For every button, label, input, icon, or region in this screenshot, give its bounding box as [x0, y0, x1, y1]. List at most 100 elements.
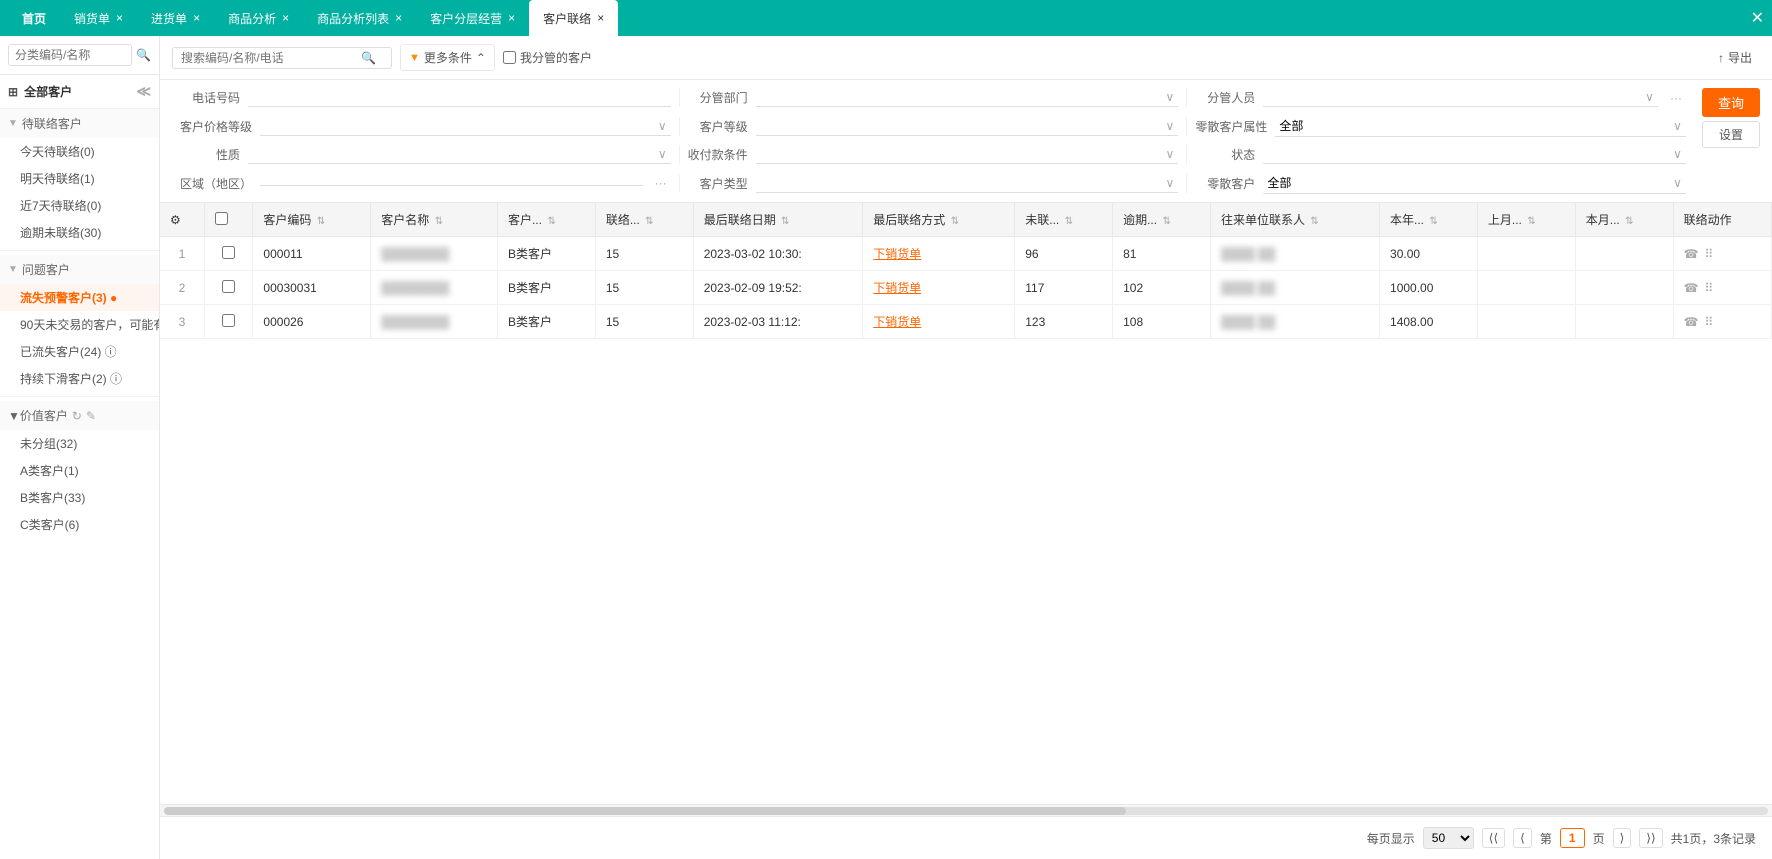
col-settings[interactable]: ⚙ [160, 203, 205, 237]
last-page-btn[interactable]: ⟩⟩ [1639, 828, 1662, 848]
row-actions-0: ☎ ⠿ [1673, 237, 1771, 271]
row-last-method-0[interactable]: 下销货单 [863, 237, 1015, 271]
page-unit-label: 页 [1593, 830, 1605, 847]
col-overdue[interactable]: 逾期... ⇅ [1113, 203, 1211, 237]
col-name[interactable]: 客户名称 ⇅ [371, 203, 498, 237]
sidebar-item-ungroup[interactable]: 未分组(32) [0, 430, 159, 457]
row-last-method-2[interactable]: 下销货单 [863, 305, 1015, 339]
row-uncontacted-2: 123 [1015, 305, 1113, 339]
tab-customer-contact[interactable]: 客户联络 × [529, 0, 618, 36]
tab-home[interactable]: 首页 [8, 0, 60, 36]
filter-btn[interactable]: ▼ 更多条件 ⌃ [400, 44, 495, 71]
tab-customer-contact-close[interactable]: × [597, 11, 604, 25]
filter-cell-retail: 零散客户 全部 ∨ [1187, 172, 1694, 194]
tab-purchase-close[interactable]: × [193, 11, 200, 25]
sidebar-item-churn-warning[interactable]: 流失预警客户(3) ● [0, 284, 159, 311]
select-all-checkbox[interactable] [215, 212, 228, 225]
col-contact-person[interactable]: 往来单位联系人 ⇅ [1210, 203, 1379, 237]
global-close-button[interactable]: ✕ [1751, 8, 1764, 28]
action-more-icon-2[interactable]: ⠿ [1705, 315, 1714, 329]
col-checkbox[interactable] [205, 203, 253, 237]
refresh-icon[interactable]: ↻ [72, 409, 82, 423]
sidebar-group-pending[interactable]: ▼ 待联络客户 [0, 109, 159, 138]
retail-attr-select[interactable]: 全部 ∨ [1275, 115, 1686, 137]
edit-icon[interactable]: ✎ [86, 409, 96, 423]
query-button[interactable]: 查询 [1702, 88, 1760, 117]
my-customers-checkbox-label[interactable]: 我分管的客户 [503, 49, 592, 66]
col-uncontacted[interactable]: 未联... ⇅ [1015, 203, 1113, 237]
action-more-icon-0[interactable]: ⠿ [1705, 247, 1714, 261]
sidebar-item-churned[interactable]: 已流失客户(24) ⓘ [0, 338, 159, 365]
row-actions-2: ☎ ⠿ [1673, 305, 1771, 339]
price-grade-select[interactable]: ∨ [260, 117, 671, 136]
sidebar-group-problem[interactable]: ▼ 问题客户 [0, 255, 159, 284]
row-code-2: 000026 [253, 305, 371, 339]
col-type[interactable]: 客户... ⇅ [497, 203, 595, 237]
col-last-month[interactable]: 上月... ⇅ [1477, 203, 1575, 237]
scrollbar-thumb[interactable] [164, 807, 1126, 815]
region-more[interactable]: ··· [651, 176, 671, 190]
search-icon[interactable]: 🔍 [361, 51, 376, 65]
region-select[interactable] [260, 181, 643, 186]
sidebar-search-icon[interactable]: 🔍 [136, 48, 151, 62]
tab-purchase[interactable]: 进货单 × [137, 0, 214, 36]
action-contact-icon-1[interactable]: ☎ [1684, 281, 1699, 295]
row-checkbox-2[interactable] [205, 305, 253, 339]
tab-analysis-close[interactable]: × [282, 11, 289, 25]
sidebar-item-c-class[interactable]: C类客户(6) [0, 511, 159, 538]
nature-arrow: ∨ [658, 147, 667, 161]
col-this-year[interactable]: 本年... ⇅ [1380, 203, 1478, 237]
settings-button[interactable]: 设置 [1702, 121, 1760, 148]
action-contact-icon-0[interactable]: ☎ [1684, 247, 1699, 261]
search-input[interactable] [181, 51, 361, 65]
my-customers-checkbox[interactable] [503, 51, 516, 64]
payment-select[interactable]: ∨ [756, 145, 1179, 164]
col-last-method[interactable]: 最后联络方式 ⇅ [863, 203, 1015, 237]
next-page-btn[interactable]: ⟩ [1613, 828, 1632, 848]
row-checkbox-1[interactable] [205, 271, 253, 305]
tab-customer-tier-close[interactable]: × [508, 11, 515, 25]
row-last-date-0: 2023-03-02 10:30: [693, 237, 863, 271]
sidebar-item-declining[interactable]: 持续下滑客户(2) ⓘ [0, 365, 159, 392]
row-checkbox-0[interactable] [205, 237, 253, 271]
col-code[interactable]: 客户编码 ⇅ [253, 203, 371, 237]
col-contact-days[interactable]: 联络... ⇅ [595, 203, 693, 237]
tab-sales[interactable]: 销货单 × [60, 0, 137, 36]
this-year-sort-icon: ⇅ [1429, 216, 1437, 227]
filter-cell-payment: 收付款条件 ∨ [680, 145, 1188, 164]
manager-select[interactable]: ∨ [1263, 88, 1658, 107]
col-last-date[interactable]: 最后联络日期 ⇅ [693, 203, 863, 237]
action-more-icon-1[interactable]: ⠿ [1705, 281, 1714, 295]
customer-type-select[interactable]: ∨ [756, 174, 1179, 193]
sidebar-item-week[interactable]: 近7天待联络(0) [0, 192, 159, 219]
status-select[interactable]: ∨ [1263, 145, 1686, 164]
sidebar-item-overdue[interactable]: 逾期未联络(30) [0, 219, 159, 246]
action-contact-icon-2[interactable]: ☎ [1684, 315, 1699, 329]
tab-analysis-list[interactable]: 商品分析列表 × [303, 0, 416, 36]
tab-analysis[interactable]: 商品分析 × [214, 0, 303, 36]
sidebar-all-customers[interactable]: ⊞ 全部客户 ≪ [0, 75, 159, 109]
sidebar-item-today[interactable]: 今天待联络(0) [0, 138, 159, 165]
sidebar-item-a-class[interactable]: A类客户(1) [0, 457, 159, 484]
prev-page-btn[interactable]: ⟨ [1513, 828, 1532, 848]
export-btn[interactable]: ↑ 导出 [1710, 45, 1760, 70]
sidebar-item-tomorrow[interactable]: 明天待联络(1) [0, 165, 159, 192]
dept-select[interactable]: ∨ [756, 88, 1179, 107]
sidebar-search-input[interactable] [8, 44, 132, 66]
first-page-btn[interactable]: ⟨⟨ [1482, 828, 1505, 848]
retail-select[interactable]: 全部 ∨ [1263, 172, 1686, 194]
tab-customer-tier[interactable]: 客户分层经营 × [416, 0, 529, 36]
name-sort-icon: ⇅ [435, 216, 443, 227]
row-last-method-1[interactable]: 下销货单 [863, 271, 1015, 305]
grade-select[interactable]: ∨ [756, 117, 1179, 136]
per-page-select[interactable]: 50 100 200 [1423, 827, 1474, 849]
tab-analysis-list-close[interactable]: × [395, 11, 402, 25]
sidebar-item-b-class[interactable]: B类客户(33) [0, 484, 159, 511]
col-this-month[interactable]: 本月... ⇅ [1575, 203, 1673, 237]
manager-more[interactable]: ··· [1666, 91, 1686, 105]
nature-select[interactable]: ∨ [248, 145, 671, 164]
phone-input[interactable] [248, 88, 671, 107]
tab-sales-close[interactable]: × [116, 11, 123, 25]
scrollbar-track[interactable] [164, 807, 1768, 815]
sidebar-group-value[interactable]: ▼ 价值客户 ↻ ✎ [0, 401, 159, 430]
